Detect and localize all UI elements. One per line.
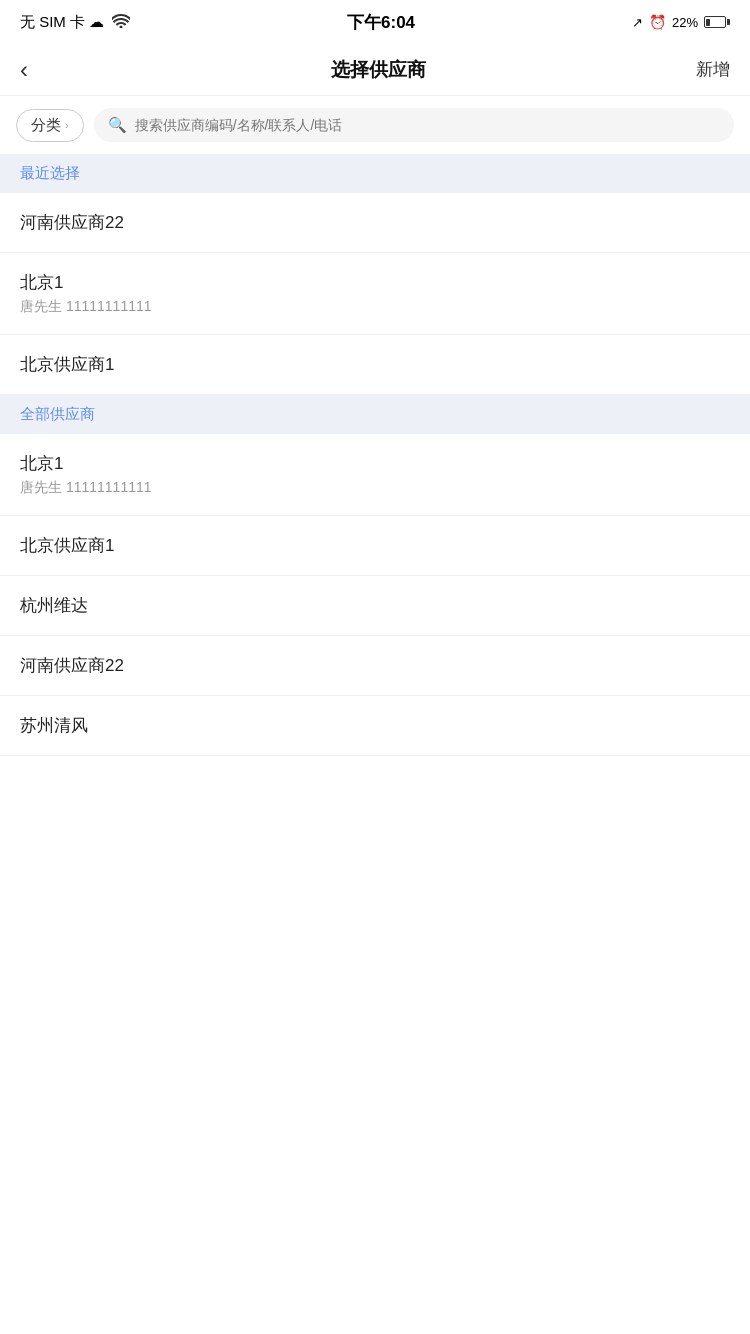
list-item[interactable]: 北京1 唐先生 11111111111 (0, 434, 750, 516)
status-time: 下午6:04 (347, 11, 415, 34)
item-sub: 唐先生 11111111111 (20, 479, 730, 497)
item-name: 北京1 (20, 452, 730, 475)
item-name: 河南供应商22 (20, 654, 730, 677)
list-item[interactable]: 杭州维达 (0, 576, 750, 636)
wifi-icon (112, 14, 130, 31)
location-icon: ↗ (632, 15, 643, 30)
filter-bar: 分类 › 🔍 (0, 96, 750, 154)
chevron-right-icon: › (65, 119, 69, 131)
battery-icon (704, 16, 730, 28)
search-icon: 🔍 (108, 116, 127, 134)
back-button[interactable]: ‹ (20, 56, 60, 84)
recent-section-header: 最近选择 (0, 154, 750, 193)
item-name: 北京供应商1 (20, 353, 730, 376)
battery-percent: 22% (672, 15, 698, 30)
list-item[interactable]: 北京1 唐先生 11111111111 (0, 253, 750, 335)
status-bar: 无 SIM 卡 ☁ 下午6:04 ↗ ⏰ 22% (0, 0, 750, 44)
item-sub: 唐先生 11111111111 (20, 298, 730, 316)
search-box: 🔍 (94, 108, 734, 142)
sim-status: 无 SIM 卡 ☁ (20, 13, 104, 32)
status-right: ↗ ⏰ 22% (632, 14, 730, 30)
item-name: 河南供应商22 (20, 211, 730, 234)
list-item[interactable]: 北京供应商1 (0, 335, 750, 395)
list-item[interactable]: 河南供应商22 (0, 193, 750, 253)
list-item[interactable]: 苏州清风 (0, 696, 750, 756)
all-section-header: 全部供应商 (0, 395, 750, 434)
category-button[interactable]: 分类 › (16, 109, 84, 142)
item-name: 北京供应商1 (20, 534, 730, 557)
nav-bar: ‹ 选择供应商 新增 (0, 44, 750, 96)
recent-items-list: 河南供应商22 北京1 唐先生 11111111111 北京供应商1 (0, 193, 750, 395)
status-left: 无 SIM 卡 ☁ (20, 13, 130, 32)
all-items-list: 北京1 唐先生 11111111111 北京供应商1 杭州维达河南供应商22 苏州清风 (0, 434, 750, 756)
list-item[interactable]: 河南供应商22 (0, 636, 750, 696)
page-title: 选择供应商 (331, 57, 426, 83)
alarm-icon: ⏰ (649, 14, 666, 30)
item-name: 北京1 (20, 271, 730, 294)
category-label: 分类 (31, 116, 61, 135)
list-item[interactable]: 北京供应商1 (0, 516, 750, 576)
item-name: 杭州维达 (20, 594, 730, 617)
add-button[interactable]: 新增 (696, 58, 730, 81)
search-input[interactable] (135, 117, 720, 133)
item-name: 苏州清风 (20, 714, 730, 737)
